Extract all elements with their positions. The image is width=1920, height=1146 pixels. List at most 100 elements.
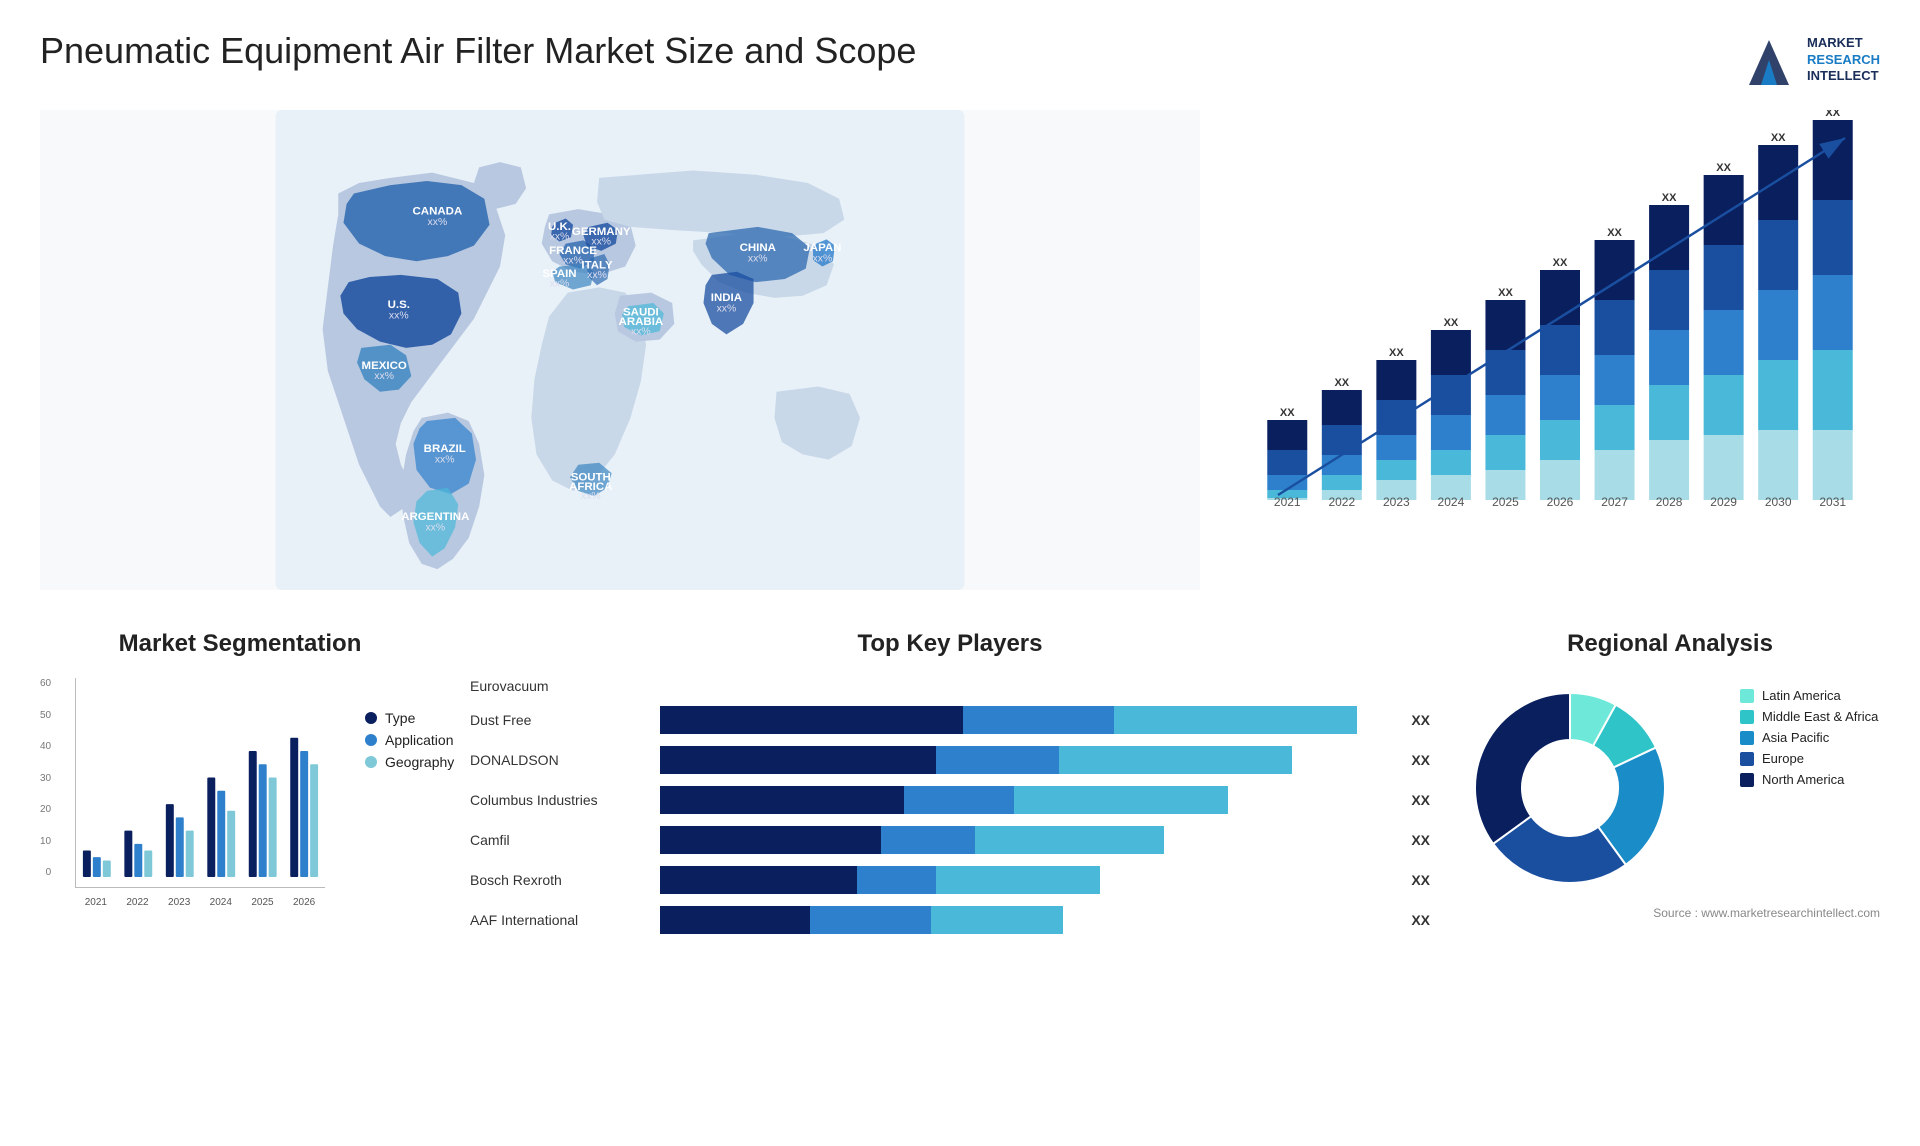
svg-text:CHINA: CHINA — [740, 242, 776, 254]
regional-legend-label: Middle East & Africa — [1762, 709, 1878, 724]
players-section: Top Key Players EurovacuumDust FreeXXDON… — [470, 630, 1430, 934]
svg-text:xx%: xx% — [428, 217, 448, 228]
regional-legend-label: Europe — [1762, 751, 1804, 766]
map-svg: CANADA xx% U.S. xx% MEXICO xx% BRAZIL xx… — [40, 110, 1200, 590]
svg-text:2026: 2026 — [1547, 495, 1574, 509]
player-row: AAF International XX — [470, 906, 1430, 934]
player-row: Bosch Rexroth XX — [470, 866, 1430, 894]
player-value: XX — [1411, 872, 1430, 888]
legend-label: Geography — [385, 754, 454, 770]
logo-text: MARKETRESEARCHINTELLECT — [1807, 35, 1880, 86]
player-value: XX — [1411, 752, 1430, 768]
player-bar-container — [660, 906, 1393, 934]
legend-label: Type — [385, 710, 415, 726]
svg-text:BRAZIL: BRAZIL — [424, 443, 466, 455]
svg-text:xx%: xx% — [587, 270, 607, 281]
svg-text:xx%: xx% — [631, 326, 651, 337]
legend-dot — [365, 734, 377, 746]
svg-text:2022: 2022 — [1328, 495, 1355, 509]
player-bar-segment — [660, 906, 810, 934]
regional-legend-item: Europe — [1740, 751, 1878, 766]
regional-legend-label: North America — [1762, 772, 1844, 787]
player-bar-segment — [904, 786, 1014, 814]
svg-text:INDIA: INDIA — [711, 292, 742, 304]
player-value: XX — [1411, 912, 1430, 928]
logo: MARKETRESEARCHINTELLECT — [1739, 30, 1880, 90]
player-bar-segment — [660, 866, 857, 894]
svg-text:2025: 2025 — [1492, 495, 1519, 509]
regional-legend-box — [1740, 689, 1754, 703]
svg-text:xx%: xx% — [717, 303, 737, 314]
regional-legend-box — [1740, 731, 1754, 745]
legend-dot — [365, 712, 377, 724]
player-bar-segment — [857, 866, 936, 894]
regional-legend-box — [1740, 710, 1754, 724]
top-section: CANADA xx% U.S. xx% MEXICO xx% BRAZIL xx… — [40, 110, 1880, 590]
donut-segment — [1475, 693, 1570, 844]
svg-text:MEXICO: MEXICO — [362, 360, 407, 372]
svg-text:XX: XX — [1553, 257, 1568, 269]
svg-text:2031: 2031 — [1819, 495, 1846, 509]
legend-item: Geography — [365, 754, 454, 770]
player-bar-segment — [931, 906, 1063, 934]
svg-text:xx%: xx% — [435, 455, 455, 466]
player-name: AAF International — [470, 912, 650, 928]
segmentation-title: Market Segmentation — [40, 630, 440, 658]
legend-label: Application — [385, 732, 454, 748]
donut-chart — [1460, 678, 1680, 898]
player-bar-container — [660, 746, 1393, 774]
player-row: Dust FreeXX — [470, 706, 1430, 734]
player-bar-segment — [1059, 746, 1292, 774]
player-bar-container — [660, 826, 1393, 854]
player-bar-segment — [660, 826, 881, 854]
player-name: Columbus Industries — [470, 792, 650, 808]
player-name: Bosch Rexroth — [470, 872, 650, 888]
svg-text:xx%: xx% — [550, 231, 570, 242]
player-value: XX — [1411, 792, 1430, 808]
svg-text:xx%: xx% — [591, 237, 611, 248]
legend-dot — [365, 756, 377, 768]
player-bar-segment — [660, 786, 904, 814]
svg-text:2027: 2027 — [1601, 495, 1628, 509]
legend-item: Type — [365, 710, 454, 726]
player-bar-segment — [660, 746, 936, 774]
player-row: Camfil XX — [470, 826, 1430, 854]
page-header: Pneumatic Equipment Air Filter Market Si… — [40, 30, 1880, 90]
regional-legend-item: Latin America — [1740, 688, 1878, 703]
donut-svg — [1460, 678, 1680, 898]
svg-text:U.S.: U.S. — [388, 299, 410, 311]
svg-text:2029: 2029 — [1710, 495, 1737, 509]
player-value: XX — [1411, 832, 1430, 848]
player-bar-segment — [810, 906, 930, 934]
svg-text:xx%: xx% — [813, 253, 833, 264]
player-bar-segment — [660, 706, 963, 734]
world-map: CANADA xx% U.S. xx% MEXICO xx% BRAZIL xx… — [40, 110, 1200, 590]
player-name: Camfil — [470, 832, 650, 848]
svg-text:xx%: xx% — [389, 311, 409, 322]
svg-text:XX: XX — [1334, 377, 1349, 389]
svg-text:ARGENTINA: ARGENTINA — [401, 511, 469, 523]
svg-text:2028: 2028 — [1656, 495, 1683, 509]
regional-legend-item: Asia Pacific — [1740, 730, 1878, 745]
svg-text:2030: 2030 — [1765, 495, 1792, 509]
players-list: EurovacuumDust FreeXXDONALDSONXXColumbus… — [470, 678, 1430, 934]
svg-text:XX: XX — [1662, 192, 1677, 204]
bottom-section: Market Segmentation 60 50 40 30 20 10 0 … — [40, 630, 1880, 934]
regional-legend-item: North America — [1740, 772, 1878, 787]
player-bar-segment — [881, 826, 976, 854]
svg-text:xx%: xx% — [374, 371, 394, 382]
player-bar-container — [660, 866, 1393, 894]
svg-text:xx%: xx% — [748, 253, 768, 264]
growth-chart-svg: XX2021XX2022XX2023XX2024XX2025XX2026XX20… — [1240, 110, 1880, 530]
player-bar-segment — [975, 826, 1164, 854]
player-row: Columbus Industries XX — [470, 786, 1430, 814]
player-row: DONALDSON XX — [470, 746, 1430, 774]
svg-text:2023: 2023 — [1383, 495, 1410, 509]
svg-text:XX: XX — [1280, 407, 1295, 419]
segmentation-chart-svg — [75, 678, 325, 888]
regional-legend-label: Asia Pacific — [1762, 730, 1829, 745]
player-name: DONALDSON — [470, 752, 650, 768]
source-text: Source : www.marketresearchintellect.com — [1460, 906, 1880, 920]
regional-legend-label: Latin America — [1762, 688, 1841, 703]
legend-item: Application — [365, 732, 454, 748]
